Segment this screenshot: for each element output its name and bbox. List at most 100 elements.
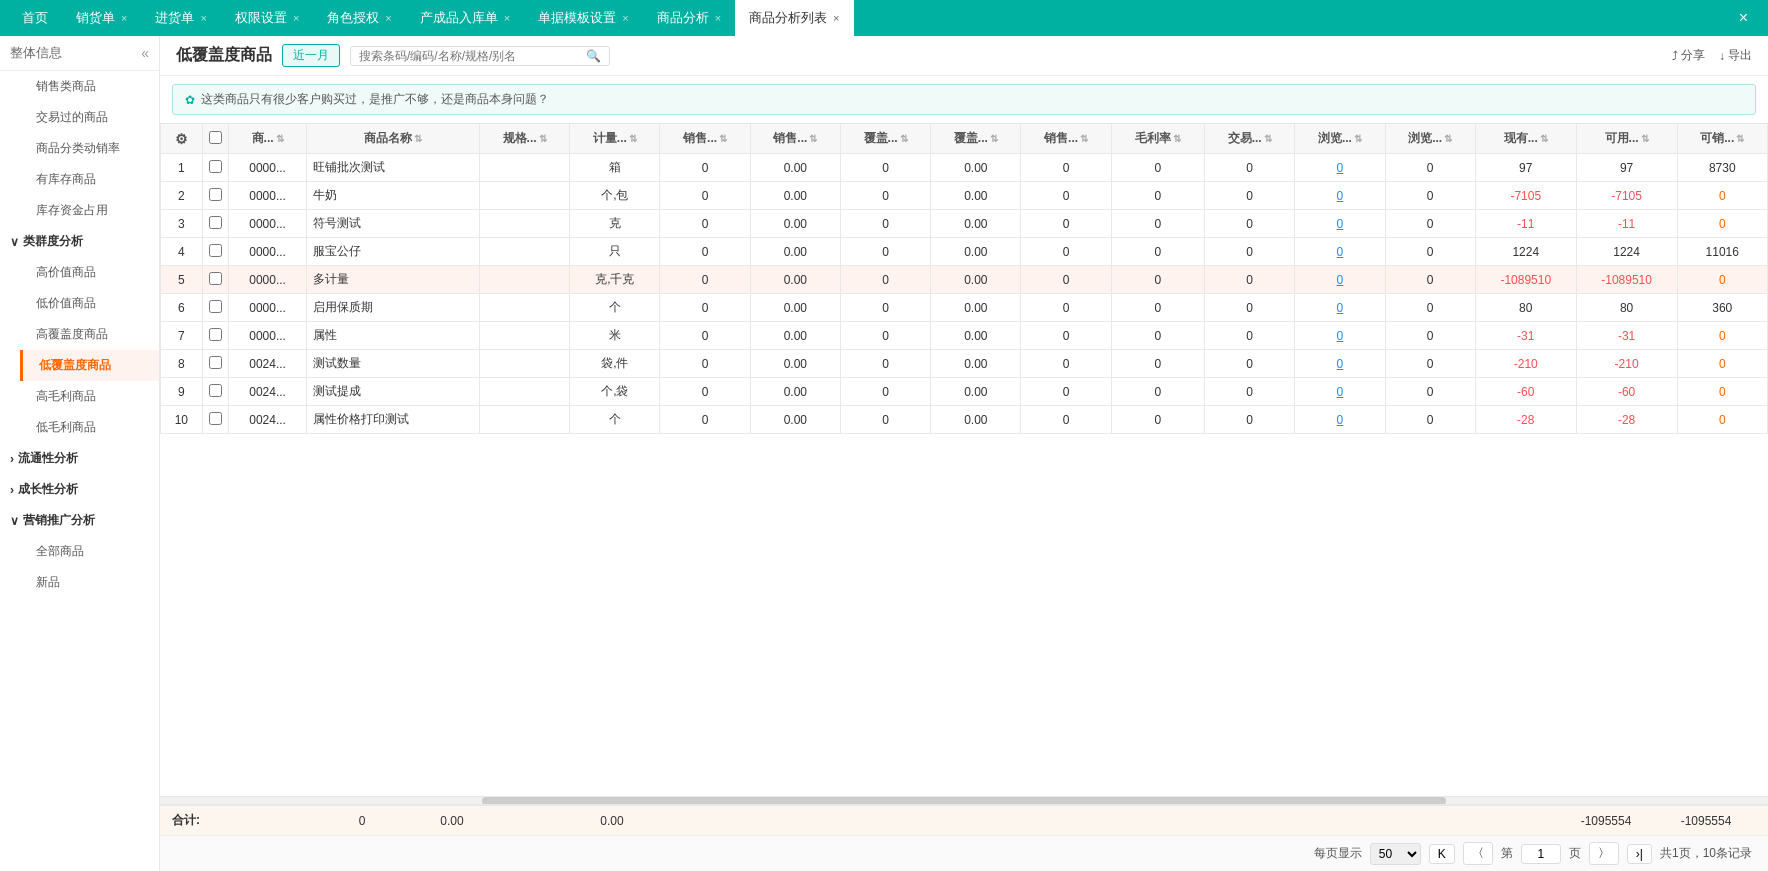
nav-sales[interactable]: 销货单 × bbox=[62, 0, 141, 36]
nav-template[interactable]: 单据模板设置 × bbox=[524, 0, 642, 36]
col-available[interactable]: 可用...⇅ bbox=[1576, 124, 1677, 154]
sidebar-item-high-profit[interactable]: 高毛利商品 bbox=[20, 381, 159, 412]
close-icon[interactable]: × bbox=[293, 12, 299, 24]
row-checkbox[interactable] bbox=[209, 384, 222, 397]
horizontal-scrollbar[interactable] bbox=[160, 796, 1768, 804]
row-browse1[interactable]: 0 bbox=[1295, 350, 1385, 378]
close-icon[interactable]: × bbox=[715, 12, 721, 24]
col-code[interactable]: 商...⇅ bbox=[228, 124, 307, 154]
sidebar-group-growth[interactable]: › 成长性分析 bbox=[0, 474, 159, 505]
col-cover2[interactable]: 覆盖...⇅ bbox=[931, 124, 1021, 154]
page-size-select[interactable]: 50 100 200 bbox=[1370, 843, 1421, 865]
row-browse1[interactable]: 0 bbox=[1295, 322, 1385, 350]
row-checkbox-cell[interactable] bbox=[202, 350, 228, 378]
row-checkbox[interactable] bbox=[209, 412, 222, 425]
nav-product-in[interactable]: 产成品入库单 × bbox=[406, 0, 524, 36]
col-gross[interactable]: 毛利率⇅ bbox=[1111, 124, 1204, 154]
window-close-button[interactable]: × bbox=[1727, 9, 1760, 27]
sidebar-item-category-rate[interactable]: 商品分类动销率 bbox=[20, 133, 159, 164]
col-checkbox[interactable] bbox=[202, 124, 228, 154]
col-cover1[interactable]: 覆盖...⇅ bbox=[840, 124, 930, 154]
close-icon[interactable]: × bbox=[833, 12, 839, 24]
sidebar-item-low-value[interactable]: 低价值商品 bbox=[20, 288, 159, 319]
col-spec[interactable]: 规格...⇅ bbox=[479, 124, 569, 154]
sidebar-item-low-coverage[interactable]: 低覆盖度商品 bbox=[20, 350, 159, 381]
row-browse1[interactable]: 0 bbox=[1295, 294, 1385, 322]
row-checkbox[interactable] bbox=[209, 244, 222, 257]
col-sales2[interactable]: 销售...⇅ bbox=[1021, 124, 1111, 154]
sidebar-group-marketing[interactable]: ∨ 营销推广分析 bbox=[0, 505, 159, 536]
col-sellable[interactable]: 可销...⇅ bbox=[1677, 124, 1767, 154]
row-checkbox-cell[interactable] bbox=[202, 238, 228, 266]
nav-purchase[interactable]: 进货单 × bbox=[141, 0, 220, 36]
close-icon[interactable]: × bbox=[622, 12, 628, 24]
nav-analysis[interactable]: 商品分析 × bbox=[643, 0, 735, 36]
row-checkbox[interactable] bbox=[209, 188, 222, 201]
nav-home[interactable]: 首页 bbox=[8, 0, 62, 36]
sidebar-group-cluster[interactable]: ∨ 类群度分析 bbox=[0, 226, 159, 257]
col-sales-qty[interactable]: 销售...⇅ bbox=[660, 124, 750, 154]
row-checkbox-cell[interactable] bbox=[202, 322, 228, 350]
row-checkbox[interactable] bbox=[209, 328, 222, 341]
row-checkbox[interactable] bbox=[209, 160, 222, 173]
search-icon[interactable]: 🔍 bbox=[586, 49, 601, 63]
col-browse2[interactable]: 浏览...⇅ bbox=[1385, 124, 1475, 154]
row-browse1[interactable]: 0 bbox=[1295, 238, 1385, 266]
search-input[interactable] bbox=[359, 49, 582, 63]
row-browse1[interactable]: 0 bbox=[1295, 154, 1385, 182]
sidebar-item-high-coverage[interactable]: 高覆盖度商品 bbox=[20, 319, 159, 350]
row-browse1[interactable]: 0 bbox=[1295, 210, 1385, 238]
col-browse1[interactable]: 浏览...⇅ bbox=[1295, 124, 1385, 154]
close-icon[interactable]: × bbox=[504, 12, 510, 24]
sidebar-collapse-button[interactable]: « bbox=[141, 45, 149, 61]
row-checkbox-cell[interactable] bbox=[202, 154, 228, 182]
close-icon[interactable]: × bbox=[200, 12, 206, 24]
col-gear[interactable]: ⚙ bbox=[161, 124, 203, 154]
close-icon[interactable]: × bbox=[385, 12, 391, 24]
sidebar-item-low-profit[interactable]: 低毛利商品 bbox=[20, 412, 159, 443]
row-checkbox-cell[interactable] bbox=[202, 210, 228, 238]
settings-icon[interactable]: ⚙ bbox=[175, 131, 188, 147]
share-button[interactable]: ⤴ 分享 bbox=[1672, 47, 1705, 64]
col-unit[interactable]: 计量...⇅ bbox=[570, 124, 660, 154]
sidebar-item-sales-goods[interactable]: 销售类商品 bbox=[20, 71, 159, 102]
sidebar-item-traded-goods[interactable]: 交易过的商品 bbox=[20, 102, 159, 133]
prev-page-button[interactable]: 〈 bbox=[1463, 842, 1493, 865]
sidebar-item-all-goods[interactable]: 全部商品 bbox=[20, 536, 159, 567]
nav-role[interactable]: 角色授权 × bbox=[313, 0, 405, 36]
time-filter-button[interactable]: 近一月 bbox=[282, 44, 340, 67]
sidebar-item-new-goods[interactable]: 新品 bbox=[20, 567, 159, 598]
sidebar-group-flow[interactable]: › 流通性分析 bbox=[0, 443, 159, 474]
page-number-input[interactable] bbox=[1521, 844, 1561, 864]
col-current[interactable]: 现有...⇅ bbox=[1475, 124, 1576, 154]
next-page-button[interactable]: 〉 bbox=[1589, 842, 1619, 865]
sidebar-item-stock-capital[interactable]: 库存资金占用 bbox=[20, 195, 159, 226]
row-checkbox[interactable] bbox=[209, 216, 222, 229]
row-cover1: 0 bbox=[840, 350, 930, 378]
export-button[interactable]: ↓ 导出 bbox=[1719, 47, 1752, 64]
row-browse1[interactable]: 0 bbox=[1295, 266, 1385, 294]
row-checkbox-cell[interactable] bbox=[202, 266, 228, 294]
row-browse1[interactable]: 0 bbox=[1295, 182, 1385, 210]
row-checkbox[interactable] bbox=[209, 272, 222, 285]
first-page-button[interactable]: K bbox=[1429, 844, 1455, 864]
sidebar-item-stock-goods[interactable]: 有库存商品 bbox=[20, 164, 159, 195]
last-page-button[interactable]: ›| bbox=[1627, 844, 1652, 864]
row-checkbox-cell[interactable] bbox=[202, 182, 228, 210]
sidebar-item-high-value[interactable]: 高价值商品 bbox=[20, 257, 159, 288]
col-name[interactable]: 商品名称⇅ bbox=[307, 124, 480, 154]
row-browse1[interactable]: 0 bbox=[1295, 378, 1385, 406]
row-checkbox[interactable] bbox=[209, 356, 222, 369]
col-trade[interactable]: 交易...⇅ bbox=[1205, 124, 1295, 154]
row-checkbox[interactable] bbox=[209, 300, 222, 313]
row-browse1[interactable]: 0 bbox=[1295, 406, 1385, 434]
row-checkbox-cell[interactable] bbox=[202, 406, 228, 434]
close-icon[interactable]: × bbox=[121, 12, 127, 24]
row-gross: 0 bbox=[1111, 350, 1204, 378]
nav-permission[interactable]: 权限设置 × bbox=[221, 0, 313, 36]
col-sales-amt[interactable]: 销售...⇅ bbox=[750, 124, 840, 154]
row-checkbox-cell[interactable] bbox=[202, 294, 228, 322]
select-all-checkbox[interactable] bbox=[209, 131, 222, 144]
row-checkbox-cell[interactable] bbox=[202, 378, 228, 406]
nav-analysis-list[interactable]: 商品分析列表 × bbox=[735, 0, 853, 36]
